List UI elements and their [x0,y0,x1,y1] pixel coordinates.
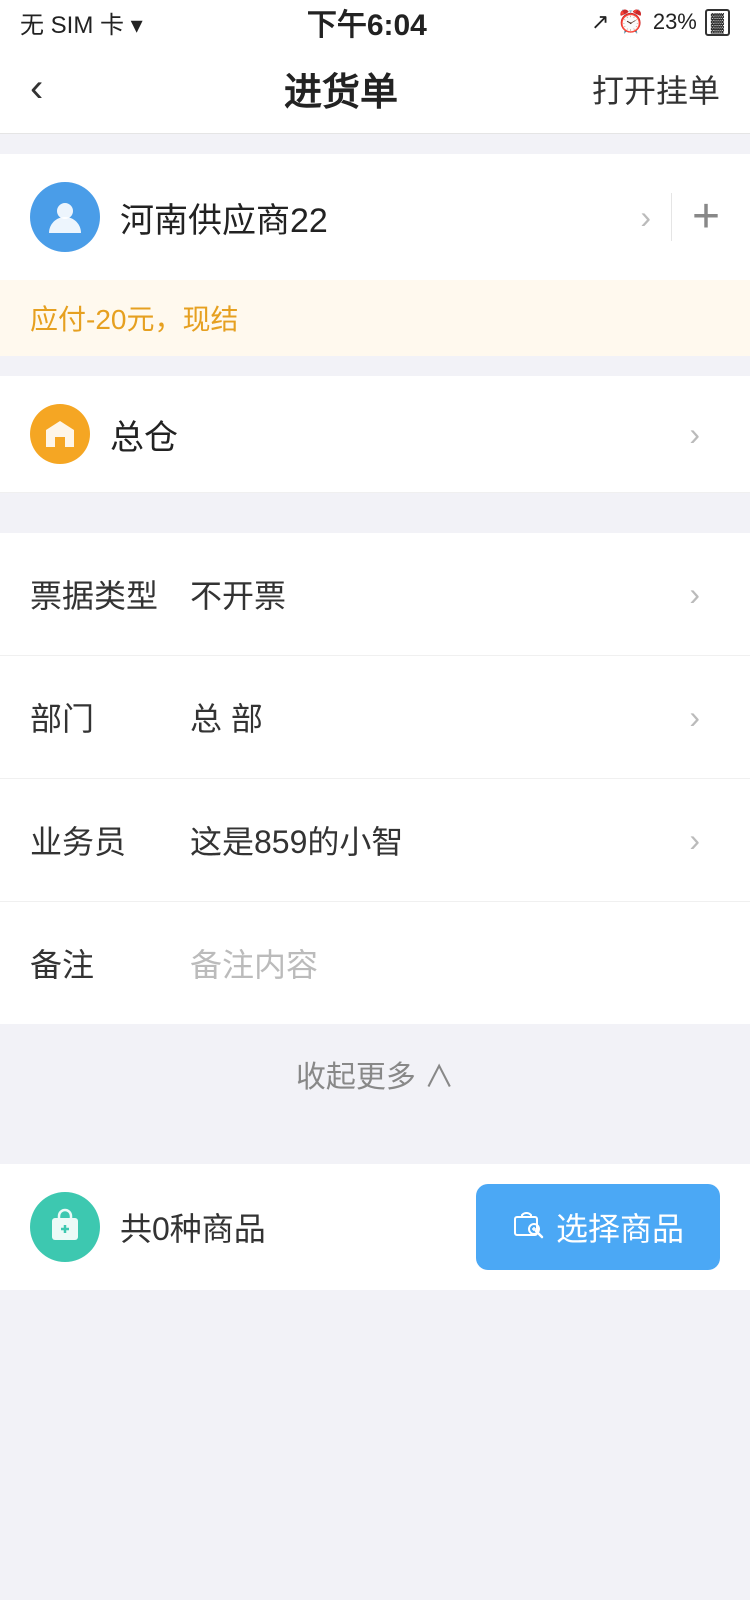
invoice-type-label: 票据类型 [30,571,170,617]
warehouse-row[interactable]: 总仓 › [0,376,750,493]
supplier-name: 河南供应商22 [120,193,640,242]
department-value: 总 部 [170,694,689,740]
status-bar: 无 SIM 卡 ▾ 下午6:04 ↗ ⏰ 23% ▓ [0,0,750,44]
add-button[interactable]: + [671,193,720,241]
supplier-section: 河南供应商22 › + [0,154,750,280]
supplier-row[interactable]: 河南供应商22 › + [30,154,720,280]
bottom-bar: 共0种商品 选择商品 [0,1164,750,1290]
department-label: 部门 [30,694,170,740]
gap-2 [0,356,750,376]
remark-input[interactable]: 备注内容 [170,940,720,986]
department-row[interactable]: 部门 总 部 › [0,656,750,779]
status-left: 无 SIM 卡 ▾ [20,5,143,40]
warehouse-icon [30,404,90,464]
gap-3 [0,493,750,513]
warehouse-name: 总仓 [110,410,689,459]
signal-text: 无 SIM 卡 ▾ [20,5,143,40]
salesperson-label: 业务员 [30,817,170,863]
battery-icon: ▓ [705,9,730,36]
notice-row: 应付-20元，现结 [0,280,750,356]
status-right: ↗ ⏰ 23% ▓ [591,9,730,36]
warehouse-chevron-icon: › [689,416,700,453]
select-product-icon [512,1211,544,1243]
supplier-chevron-icon: › [640,199,651,236]
page-background [0,1290,750,1600]
form-section: 票据类型 不开票 › 部门 总 部 › 业务员 这是859的小智 › 备注 备注… [0,533,750,1024]
gap-4 [0,1124,750,1144]
salesperson-value: 这是859的小智 [170,817,689,863]
select-product-label: 选择商品 [556,1204,684,1250]
remark-label: 备注 [30,940,170,986]
status-time: 下午6:04 [307,0,427,44]
remark-row[interactable]: 备注 备注内容 [0,902,750,1024]
alarm-icon: ⏰ [617,9,644,35]
location-icon: ↗ [591,9,609,35]
page-title: 进货单 [284,61,398,116]
nav-bar: ‹ 进货单 打开挂单 [0,44,750,134]
back-button[interactable]: ‹ [30,66,90,111]
gap-1 [0,134,750,154]
collapse-label: 收起更多 ∧ [296,1061,454,1094]
invoice-type-value: 不开票 [170,571,689,617]
collapse-row[interactable]: 收起更多 ∧ [0,1024,750,1124]
supplier-avatar [30,182,100,252]
product-count: 共0种商品 [120,1204,476,1250]
invoice-type-chevron-icon: › [689,576,700,613]
department-chevron-icon: › [689,699,700,736]
invoice-type-row[interactable]: 票据类型 不开票 › [0,533,750,656]
salesperson-row[interactable]: 业务员 这是859的小智 › [0,779,750,902]
open-pending-button[interactable]: 打开挂单 [592,66,720,112]
battery-text: 23% [653,9,697,35]
product-icon [30,1192,100,1262]
salesperson-chevron-icon: › [689,822,700,859]
notice-text: 应付-20元，现结 [30,304,238,335]
select-product-button[interactable]: 选择商品 [476,1184,720,1270]
